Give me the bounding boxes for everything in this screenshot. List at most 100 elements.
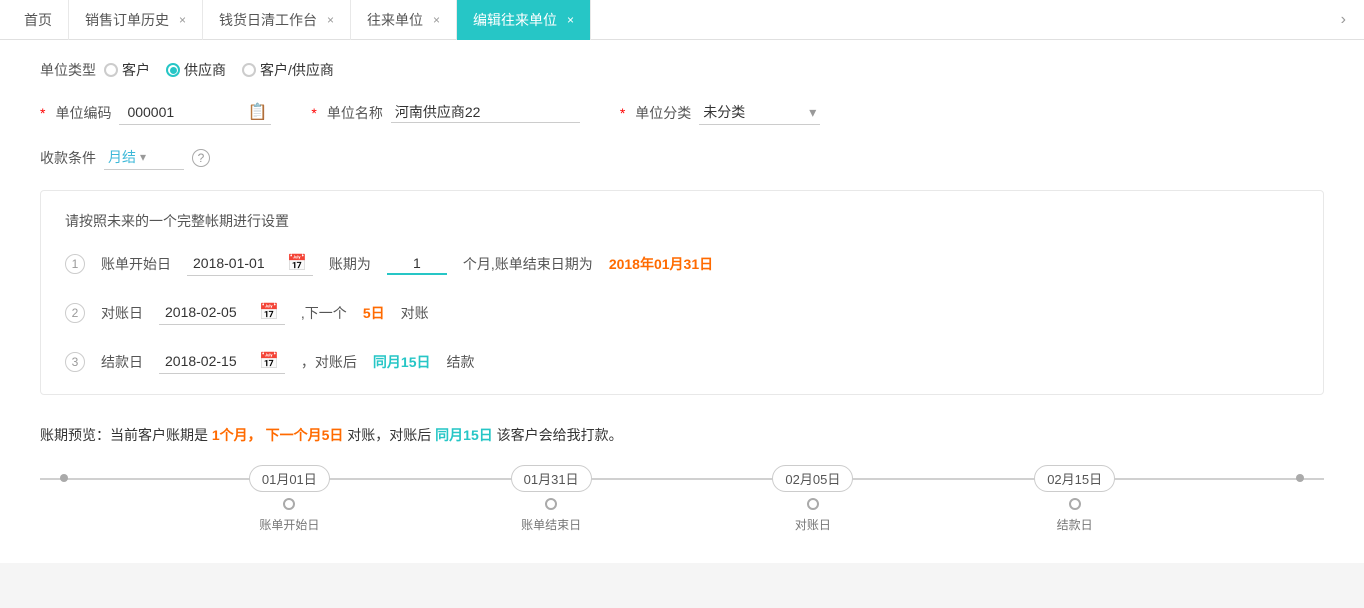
preview-text: 账期预览：当前客户账期是 1个月， 下一个月5日 对账，对账后 同月15日 该客… — [40, 425, 1324, 445]
unit-code-input-wrapper: 📋 — [119, 100, 271, 125]
timeline-node-2: 01月31日 账单结束日 — [511, 465, 592, 533]
preview-reconcile-day: 下一个月5日 — [266, 427, 344, 443]
tab-close-edit-partner-unit[interactable]: × — [567, 13, 574, 27]
period-day-highlight-2: 5日 — [363, 303, 385, 323]
unit-name-label: 单位名称 — [327, 103, 383, 123]
node-label-2: 账单结束日 — [521, 516, 581, 533]
timeline-end-dot — [1296, 474, 1304, 482]
unit-category-required: * — [620, 105, 625, 121]
tab-sales-order-history[interactable]: 销售订单历史 × — [69, 0, 203, 40]
period-day-highlight-3: 同月15日 — [373, 352, 431, 372]
timeline-node-3: 02月05日 对账日 — [772, 465, 853, 533]
period-date-input-1[interactable] — [193, 255, 283, 271]
radio-supplier[interactable]: 供应商 — [166, 60, 226, 80]
unit-name-input[interactable] — [391, 102, 580, 123]
node-date-1: 01月01日 — [249, 465, 330, 492]
tab-close-partner-unit[interactable]: × — [433, 13, 440, 27]
period-label-1: 账单开始日 — [101, 254, 171, 274]
timeline-nodes: 01月01日 账单开始日 01月31日 账单结束日 02月05日 对账日 02月… — [60, 465, 1304, 533]
unit-code-label: 单位编码 — [55, 103, 111, 123]
unit-code-copy-icon[interactable]: 📋 — [247, 102, 267, 122]
unit-type-row: 单位类型 客户 供应商 客户/供应商 — [40, 60, 1324, 80]
unit-type-field: 单位类型 客户 供应商 客户/供应商 — [40, 60, 334, 80]
page-content: 单位类型 客户 供应商 客户/供应商 * 单位编码 — [0, 40, 1364, 563]
period-suffix-after-2: 对账 — [401, 303, 429, 323]
unit-code-field: * 单位编码 📋 — [40, 100, 271, 125]
period-date-3: 📅 — [159, 349, 285, 374]
period-date-2: 📅 — [159, 300, 285, 325]
tab-cash-ledger[interactable]: 钱货日清工作台 × — [203, 0, 351, 40]
row-num-3: 3 — [65, 352, 85, 372]
node-circle-4 — [1069, 498, 1081, 510]
calendar-icon-3[interactable]: 📅 — [259, 351, 279, 371]
period-months-input[interactable] — [387, 253, 447, 275]
help-icon[interactable]: ? — [192, 149, 210, 167]
node-date-3: 02月05日 — [772, 465, 853, 492]
radio-label-customer: 客户 — [122, 60, 150, 80]
period-row-3: 3 结款日 📅 ，对账后 同月15日 结款 — [65, 349, 1299, 374]
period-suffix-before-2: ,下一个 — [301, 303, 347, 323]
period-label-3: 结款日 — [101, 352, 143, 372]
calendar-icon-1[interactable]: 📅 — [287, 253, 307, 273]
unit-info-row: * 单位编码 📋 * 单位名称 * 单位分类 未分类 ▾ — [40, 100, 1324, 125]
preview-section: 账期预览：当前客户账期是 1个月， 下一个月5日 对账，对账后 同月15日 该客… — [40, 415, 1324, 543]
payment-terms-row: 收款条件 月结 ▾ ? — [40, 145, 1324, 170]
period-end-date-highlight: 2018年01月31日 — [609, 254, 713, 274]
node-date-4: 02月15日 — [1034, 465, 1115, 492]
node-label-4: 结款日 — [1057, 516, 1093, 533]
radio-both[interactable]: 客户/供应商 — [242, 60, 334, 80]
unit-type-radio-group: 客户 供应商 客户/供应商 — [104, 60, 334, 80]
period-date-input-3[interactable] — [165, 353, 255, 369]
payment-terms-field: 收款条件 月结 ▾ ? — [40, 145, 210, 170]
timeline-container: 01月01日 账单开始日 01月31日 账单结束日 02月05日 对账日 02月… — [40, 465, 1324, 533]
payment-terms-label: 收款条件 — [40, 148, 96, 168]
node-circle-2 — [545, 498, 557, 510]
row-num-1: 1 — [65, 254, 85, 274]
radio-label-both: 客户/供应商 — [260, 60, 334, 80]
payment-terms-arrow: ▾ — [140, 150, 146, 164]
tab-partner-unit[interactable]: 往来单位 × — [351, 0, 457, 40]
period-settings-box: 请按照未来的一个完整帐期进行设置 1 账单开始日 📅 账期为 个月,账单结束日期… — [40, 190, 1324, 395]
period-label-2: 对账日 — [101, 303, 143, 323]
timeline-start-dot — [60, 474, 68, 482]
period-box-title: 请按照未来的一个完整帐期进行设置 — [65, 211, 1299, 231]
unit-name-field: * 单位名称 — [311, 102, 579, 123]
node-circle-3 — [807, 498, 819, 510]
period-suffix-before-3: ，对账后 — [301, 352, 357, 372]
unit-name-required: * — [311, 105, 316, 121]
period-date-1: 📅 — [187, 251, 313, 276]
node-circle-1 — [283, 498, 295, 510]
unit-category-label: 单位分类 — [635, 103, 691, 123]
payment-terms-value: 月结 — [108, 147, 136, 167]
radio-circle-both — [242, 63, 256, 77]
tabs-expand-button[interactable]: › — [1331, 11, 1356, 29]
row-num-2: 2 — [65, 303, 85, 323]
radio-label-supplier: 供应商 — [184, 60, 226, 80]
preview-part3: 对账，对账后 — [347, 427, 431, 443]
preview-label: 账期预览：当前客户账期是 — [40, 427, 208, 443]
radio-customer[interactable]: 客户 — [104, 60, 150, 80]
unit-category-select[interactable]: 未分类 ▾ — [699, 100, 820, 125]
period-suffix-after-1: 个月,账单结束日期为 — [463, 254, 593, 274]
period-date-input-2[interactable] — [165, 304, 255, 320]
period-row-1: 1 账单开始日 📅 账期为 个月,账单结束日期为 2018年01月31日 — [65, 251, 1299, 276]
tab-close-sales-order[interactable]: × — [179, 13, 186, 27]
category-dropdown-arrow: ▾ — [809, 104, 816, 121]
radio-circle-supplier — [166, 63, 180, 77]
unit-category-field: * 单位分类 未分类 ▾ — [620, 100, 820, 125]
timeline-node-4: 02月15日 结款日 — [1034, 465, 1115, 533]
radio-circle-customer — [104, 63, 118, 77]
tab-home[interactable]: 首页 — [8, 0, 69, 40]
tab-edit-partner-unit[interactable]: 编辑往来单位 × — [457, 0, 591, 40]
period-suffix-after-3: 结款 — [447, 352, 475, 372]
tabs-bar: 首页 销售订单历史 × 钱货日清工作台 × 往来单位 × 编辑往来单位 × › — [0, 0, 1364, 40]
unit-code-input[interactable] — [123, 102, 243, 122]
tab-close-cash-ledger[interactable]: × — [327, 13, 334, 27]
preview-months: 1个月， — [212, 427, 262, 443]
calendar-icon-2[interactable]: 📅 — [259, 302, 279, 322]
node-date-2: 01月31日 — [511, 465, 592, 492]
node-label-3: 对账日 — [795, 516, 831, 533]
payment-terms-select[interactable]: 月结 ▾ — [104, 145, 184, 170]
unit-code-required: * — [40, 105, 45, 121]
unit-type-label: 单位类型 — [40, 60, 96, 80]
